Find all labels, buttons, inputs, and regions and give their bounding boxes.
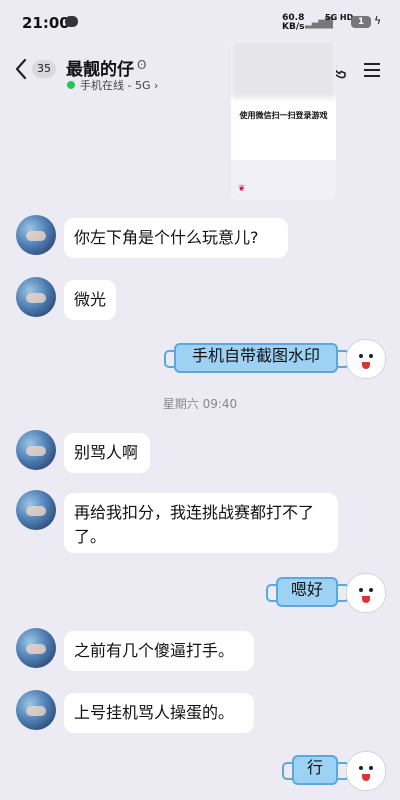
status-bar: 21:00 60.8 KB/s ▂▄▆█ 5G HD 1 ϟ (0, 0, 400, 48)
message-text: 嗯好 (290, 580, 323, 599)
my-avatar[interactable] (346, 751, 386, 791)
message-notification-icon (65, 16, 78, 27)
my-message-bubble[interactable]: 嗯好 (276, 577, 338, 607)
ear-icon: ʘ (137, 58, 147, 72)
image-caption: 使用微信扫一扫登录游戏 (239, 111, 328, 120)
watermark-logo-icon: ❦ (238, 184, 246, 194)
message-text: 之前有几个傻逼打手。 (74, 641, 235, 660)
online-status-dot (67, 81, 75, 89)
message-text: 手机自带截图水印 (191, 346, 320, 365)
avatar[interactable] (16, 215, 56, 255)
back-icon[interactable] (14, 58, 28, 80)
message-bubble[interactable]: 微光 (64, 280, 116, 320)
message-bubble[interactable]: 再给我扣分，我连挑战赛都打不了了。 (64, 493, 338, 553)
network-type: 5G HD (325, 13, 354, 22)
unread-count-badge[interactable]: 35 (32, 60, 56, 78)
network-speed-unit: KB/s (282, 22, 305, 32)
avatar[interactable] (16, 690, 56, 730)
message-bubble[interactable]: 你左下角是个什么玩意儿? (64, 218, 288, 258)
message-text: 上号挂机骂人操蛋的。 (74, 703, 235, 722)
image-message[interactable]: 使用微信扫一扫登录游戏 (231, 40, 336, 200)
message-bubble[interactable]: 之前有几个傻逼打手。 (64, 631, 254, 671)
avatar[interactable] (16, 628, 56, 668)
chat-header: 35 最靓的仔 ʘ 手机在线 - 5G › (0, 48, 400, 96)
status-time: 21:00 (22, 14, 70, 32)
my-avatar[interactable] (346, 339, 386, 379)
message-bubble[interactable]: 上号挂机骂人操蛋的。 (64, 693, 254, 733)
message-bubble[interactable]: 别骂人啊 (64, 433, 150, 473)
message-timestamp: 星期六 09:40 (162, 397, 238, 411)
message-text: 再给我扣分，我连挑战赛都打不了了。 (74, 503, 315, 546)
my-avatar[interactable] (346, 573, 386, 613)
image-footer (231, 160, 336, 200)
battery-icon: 1 (351, 16, 371, 28)
my-message-bubble[interactable]: 手机自带截图水印 (174, 343, 338, 373)
message-text: 行 (306, 758, 323, 777)
avatar[interactable] (16, 277, 56, 317)
avatar[interactable] (16, 490, 56, 530)
my-message-bubble[interactable]: 行 (292, 755, 338, 785)
charging-icon: ϟ (374, 14, 382, 27)
message-text: 你左下角是个什么玩意儿? (74, 228, 259, 247)
message-text: 别骂人啊 (74, 443, 139, 462)
image-blurred-area (231, 40, 336, 98)
online-status-text[interactable]: 手机在线 - 5G › (80, 77, 158, 93)
avatar[interactable] (16, 430, 56, 470)
message-text: 微光 (74, 290, 107, 309)
menu-icon[interactable] (363, 62, 381, 78)
network-speed: 60.8 KB/s (282, 14, 304, 32)
